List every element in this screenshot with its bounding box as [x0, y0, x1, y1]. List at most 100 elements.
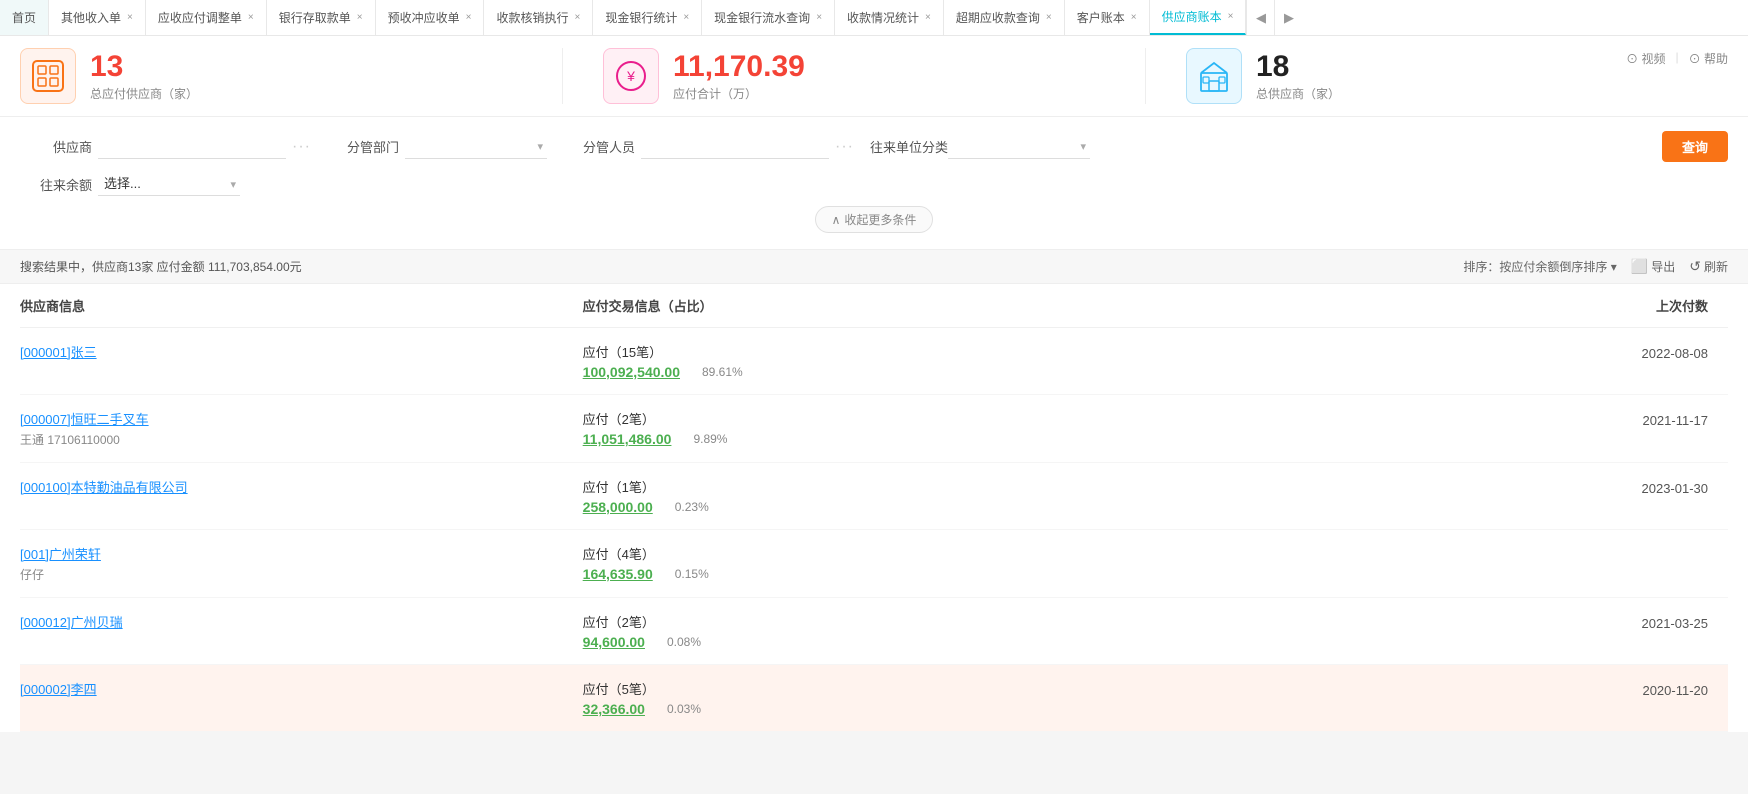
- nav-tab-collection-close[interactable]: ×: [574, 12, 580, 23]
- nav-tab-home-label: 首页: [12, 9, 36, 26]
- trans-amount-row: 258,000.00 0.23%: [583, 499, 1258, 515]
- trans-amount-row: 11,051,486.00 9.89%: [583, 431, 1258, 447]
- nav-tab-bank-close[interactable]: ×: [357, 12, 363, 23]
- video-link[interactable]: ⊙ 视频: [1626, 50, 1665, 67]
- supplier-link[interactable]: [000002]李四: [20, 682, 97, 697]
- nav-tab-prepay[interactable]: 预收冲应收单 ×: [376, 0, 485, 35]
- unit-cat-select[interactable]: [948, 135, 1090, 159]
- supplier-link[interactable]: [000007]恒旺二手叉车: [20, 412, 149, 427]
- nav-tab-customer-ledger[interactable]: 客户账本 ×: [1065, 0, 1150, 35]
- table-body: [000001]张三 应付（15笔） 100,092,540.00 89.61%…: [20, 328, 1728, 732]
- top-right-links: ⊙ 视频 | ⊙ 帮助: [1626, 50, 1728, 67]
- last-pay-cell: 2022-08-08: [1258, 342, 1728, 361]
- nav-tab-collection-label: 收款核销执行: [496, 9, 568, 26]
- nav-tab-adjust[interactable]: 应收应付调整单 ×: [146, 0, 267, 35]
- nav-tab-collection[interactable]: 收款核销执行 ×: [484, 0, 593, 35]
- video-icon: ⊙: [1626, 52, 1638, 66]
- balance-label: 往来余额: [20, 175, 92, 194]
- supplier-link[interactable]: [001]广州荣轩: [20, 547, 101, 562]
- trans-percent: 0.03%: [667, 702, 701, 716]
- trans-label: 应付（5笔）: [583, 679, 1258, 698]
- refresh-button[interactable]: ↺ 刷新: [1689, 258, 1728, 275]
- supplier-input[interactable]: [98, 135, 286, 159]
- table-row: [000012]广州贝瑞 应付（2笔） 94,600.00 0.08% 2021…: [20, 598, 1728, 665]
- dept-select[interactable]: [405, 135, 547, 159]
- nav-tab-overdue-close[interactable]: ×: [1046, 12, 1052, 23]
- table-row: [000002]李四 应付（5笔） 32,366.00 0.03% 2020-1…: [20, 665, 1728, 732]
- table-row: [000100]本特勤油品有限公司 应付（1笔） 258,000.00 0.23…: [20, 463, 1728, 530]
- supplier-link[interactable]: [000012]广州贝瑞: [20, 615, 123, 630]
- last-pay-cell: 2020-11-20: [1258, 679, 1728, 698]
- trans-amount[interactable]: 164,635.90: [583, 566, 653, 582]
- trans-percent: 0.15%: [675, 567, 709, 581]
- supplier-sub: 仔仔: [20, 566, 583, 583]
- last-pay-cell: [1258, 544, 1728, 548]
- nav-tab-collect-stat-close[interactable]: ×: [925, 12, 931, 23]
- top-navigation: 首页 其他收入单 × 应收应付调整单 × 银行存取款单 × 预收冲应收单 × 收…: [0, 0, 1748, 36]
- nav-tab-cash-flow-label: 现金银行流水查询: [714, 9, 810, 26]
- nav-tab-customer-ledger-label: 客户账本: [1077, 9, 1125, 26]
- nav-tab-prepay-close[interactable]: ×: [466, 12, 472, 23]
- total-label: 总供应商（家）: [1256, 85, 1340, 102]
- supplier-link[interactable]: [000001]张三: [20, 345, 97, 360]
- nav-tab-other-income[interactable]: 其他收入单 ×: [49, 0, 146, 35]
- trans-percent: 0.23%: [675, 500, 709, 514]
- stat-payable-suppliers: 13 总应付供应商（家）: [20, 48, 562, 104]
- dept-label: 分管部门: [327, 137, 399, 156]
- transaction-cell: 应付（4笔） 164,635.90 0.15%: [583, 544, 1258, 582]
- transaction-cell: 应付（2笔） 94,600.00 0.08%: [583, 612, 1258, 650]
- balance-select[interactable]: 选择...: [98, 172, 240, 196]
- trans-amount[interactable]: 32,366.00: [583, 701, 645, 717]
- supplier-cell: [000012]广州贝瑞: [20, 612, 583, 631]
- collapse-up-icon: ∧: [832, 213, 841, 227]
- supplier-link[interactable]: [000100]本特勤油品有限公司: [20, 480, 188, 495]
- col-header-transaction: 应付交易信息（占比）: [583, 296, 1258, 315]
- nav-tab-cash-stat[interactable]: 现金银行统计 ×: [593, 0, 702, 35]
- help-icon: ⊙: [1689, 52, 1701, 66]
- nav-tab-bank[interactable]: 银行存取款单 ×: [267, 0, 376, 35]
- nav-tab-supplier-ledger[interactable]: 供应商账本 ×: [1150, 0, 1247, 35]
- nav-tab-adjust-label: 应收应付调整单: [158, 9, 242, 26]
- nav-tab-supplier-ledger-close[interactable]: ×: [1228, 11, 1234, 22]
- supplier-cell: [000100]本特勤油品有限公司: [20, 477, 583, 496]
- nav-tab-customer-ledger-close[interactable]: ×: [1131, 12, 1137, 23]
- nav-tab-cash-stat-label: 现金银行统计: [605, 9, 677, 26]
- trans-amount-row: 32,366.00 0.03%: [583, 701, 1258, 717]
- total-number: 18: [1256, 50, 1340, 83]
- help-link[interactable]: ⊙ 帮助: [1689, 50, 1728, 67]
- search-button[interactable]: 查询: [1662, 131, 1728, 162]
- nav-tab-other-income-label: 其他收入单: [61, 9, 121, 26]
- trans-amount[interactable]: 94,600.00: [583, 634, 645, 650]
- supplier-dots[interactable]: ···: [292, 138, 311, 156]
- person-label: 分管人员: [563, 137, 635, 156]
- supplier-icon: [20, 48, 76, 104]
- last-pay-cell: 2023-01-30: [1258, 477, 1728, 496]
- nav-next-arrow[interactable]: ▶: [1274, 0, 1302, 35]
- nav-tab-collect-stat[interactable]: 收款情况统计 ×: [835, 0, 944, 35]
- nav-tab-overdue[interactable]: 超期应收款查询 ×: [944, 0, 1065, 35]
- transaction-cell: 应付（15笔） 100,092,540.00 89.61%: [583, 342, 1258, 380]
- collapse-label: 收起更多条件: [844, 211, 916, 228]
- nav-tab-prepay-label: 预收冲应收单: [388, 9, 460, 26]
- nav-tab-cash-flow[interactable]: 现金银行流水查询 ×: [702, 0, 835, 35]
- person-input[interactable]: [641, 135, 829, 159]
- nav-tab-collect-stat-label: 收款情况统计: [847, 9, 919, 26]
- nav-tab-cash-flow-close[interactable]: ×: [816, 12, 822, 23]
- nav-prev-arrow[interactable]: ◀: [1246, 0, 1274, 35]
- export-icon: ⬜: [1631, 258, 1648, 275]
- nav-tab-other-income-close[interactable]: ×: [127, 12, 133, 23]
- right-actions: 排序：按应付余额倒序排序 ▾ ⬜ 导出 ↺ 刷新: [1463, 258, 1728, 275]
- nav-tab-cash-stat-close[interactable]: ×: [683, 12, 689, 23]
- table-area: 供应商信息 应付交易信息（占比） 上次付数 [000001]张三 应付（15笔）…: [0, 284, 1748, 732]
- supplier-cell: [000002]李四: [20, 679, 583, 698]
- filter-unit-cat: 往来单位分类 ▾: [870, 135, 1090, 159]
- collapse-button[interactable]: ∧ 收起更多条件: [815, 206, 934, 233]
- trans-amount[interactable]: 100,092,540.00: [583, 364, 680, 380]
- export-button[interactable]: ⬜ 导出: [1631, 258, 1675, 275]
- nav-tab-home[interactable]: 首页: [0, 0, 49, 35]
- person-dots[interactable]: ···: [835, 138, 854, 156]
- filter-balance: 往来余额 选择... ▾: [20, 172, 240, 196]
- trans-amount[interactable]: 11,051,486.00: [583, 431, 672, 447]
- nav-tab-adjust-close[interactable]: ×: [248, 12, 254, 23]
- trans-amount[interactable]: 258,000.00: [583, 499, 653, 515]
